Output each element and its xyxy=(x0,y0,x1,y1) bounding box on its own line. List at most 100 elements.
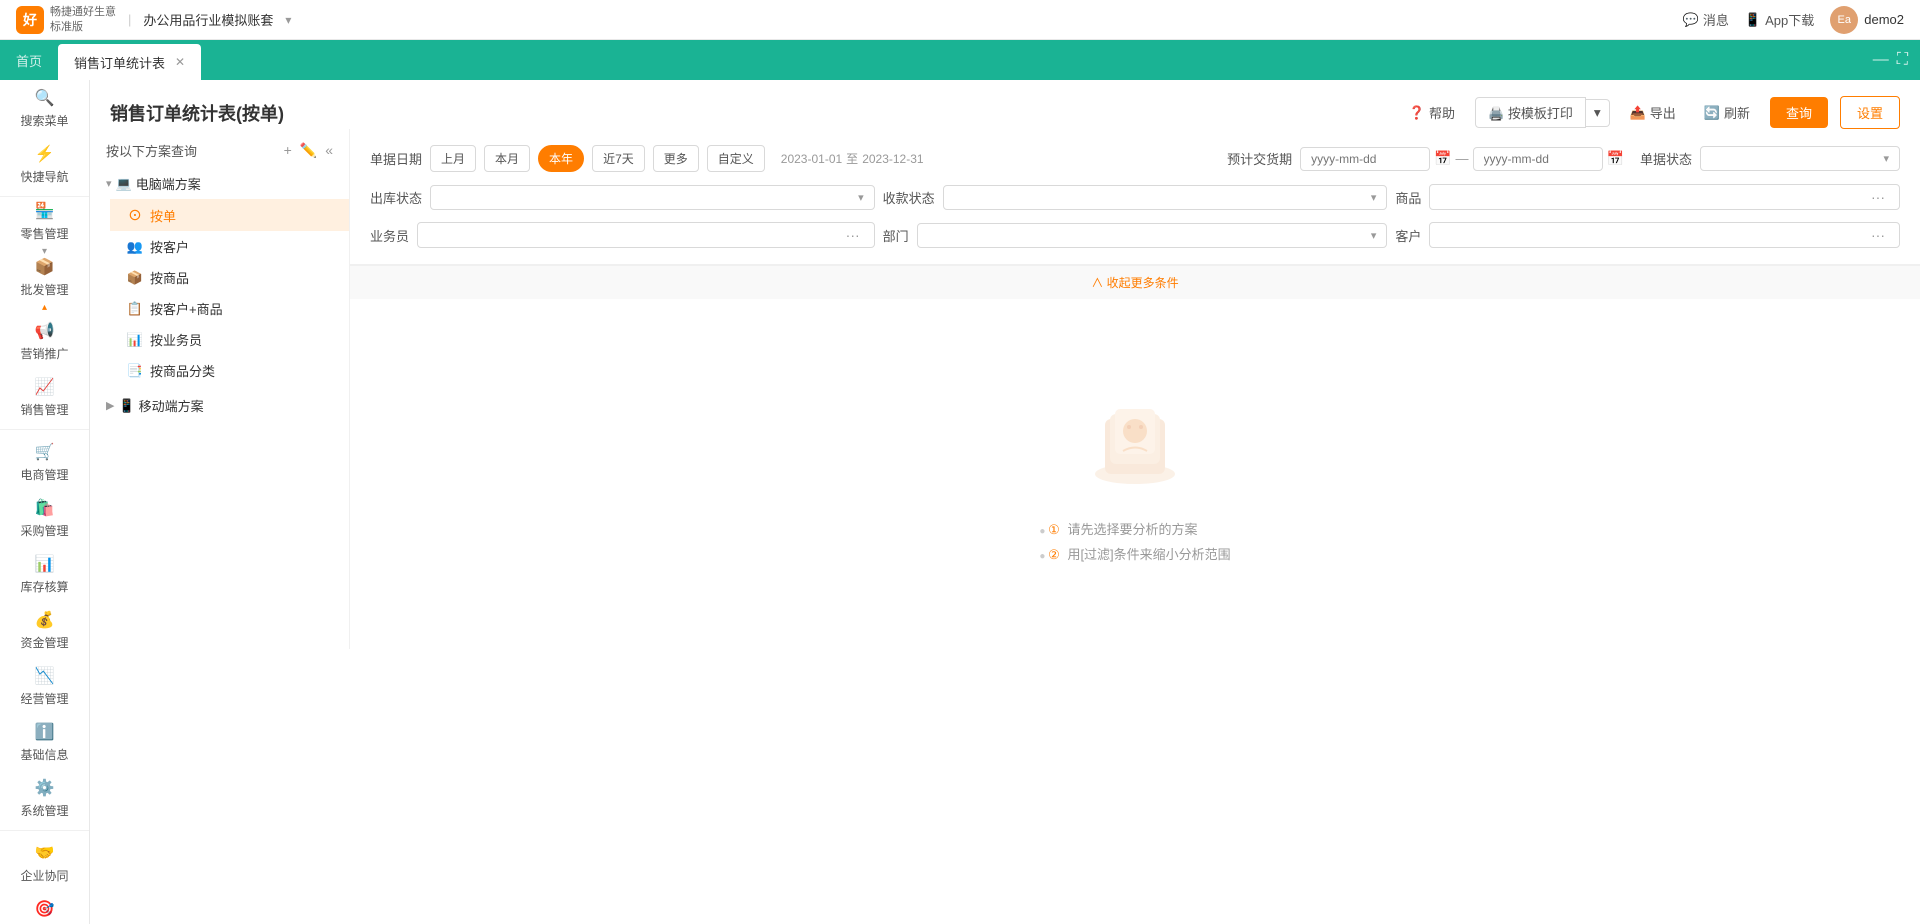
user-profile[interactable]: Ea demo2 xyxy=(1830,6,1904,34)
by-salesperson-icon: 📊 xyxy=(126,332,144,348)
date-btn-last-7days[interactable]: 近7天 xyxy=(592,145,645,172)
right-content: 单据日期 上月 本月 本年 近7天 更多 自定义 2023-01-01 至 xyxy=(350,129,1920,649)
search-icon: 🔍 xyxy=(35,88,55,108)
collection-status-select[interactable]: ▾ xyxy=(943,185,1388,210)
tab-home[interactable]: 首页 xyxy=(0,40,58,80)
doc-status-select[interactable]: ▾ xyxy=(1700,146,1900,171)
refresh-button[interactable]: 🔄 刷新 xyxy=(1696,99,1758,126)
tab-minimize-icon[interactable]: — xyxy=(1873,51,1889,69)
expected-delivery-end[interactable] xyxy=(1473,147,1603,171)
date-btn-last-month[interactable]: 上月 xyxy=(430,145,476,172)
date-btn-this-month[interactable]: 本月 xyxy=(484,145,530,172)
print-template-main[interactable]: 🖨️ 按模板打印 xyxy=(1475,97,1586,128)
help-button[interactable]: ❓ 帮助 xyxy=(1401,99,1463,126)
export-button[interactable]: 📤 导出 xyxy=(1622,99,1684,126)
goods-ellipsis-icon[interactable]: ··· xyxy=(1867,189,1889,205)
retail-icon: 🏪 xyxy=(35,201,55,221)
filter-row-3: 业务员 ··· 部门 ▾ xyxy=(370,222,1900,248)
app-download-action[interactable]: 📱 App下载 xyxy=(1745,10,1814,29)
sidebar-item-finance[interactable]: 💰 资金管理 xyxy=(0,602,89,658)
sidebar-item-search[interactable]: 🔍 搜索菜单 xyxy=(0,80,89,136)
collection-status-dropdown-icon: ▾ xyxy=(1371,191,1377,204)
expected-delivery-label: 预计交货期 xyxy=(1227,149,1292,168)
top-header: 好 畅捷通好生意 标准版 | 办公用品行业模拟账套 ▾ 💬 消息 📱 App下载… xyxy=(0,0,1920,40)
by-product-category-icon: 📑 xyxy=(126,363,144,379)
tree-item-by-product[interactable]: 📦 按商品 xyxy=(110,262,349,293)
date-btn-custom[interactable]: 自定义 xyxy=(707,145,765,172)
department-select[interactable]: ▾ xyxy=(917,223,1388,248)
customer-ellipsis-icon[interactable]: ··· xyxy=(1867,227,1889,243)
tree-mobile-arrow[interactable]: ▶ xyxy=(106,399,114,412)
add-scheme-icon[interactable]: + xyxy=(284,142,292,159)
print-template-arrow[interactable]: ▾ xyxy=(1586,99,1610,127)
newbie-icon: 🎯 xyxy=(35,899,55,919)
tab-close-icon[interactable]: ✕ xyxy=(175,55,185,69)
sidebar-item-sales-mgmt[interactable]: 📈 销售管理 xyxy=(0,369,89,425)
query-button[interactable]: 查询 xyxy=(1770,97,1828,128)
tree-item-by-customer[interactable]: 👥 按客户 xyxy=(110,231,349,262)
date-separator: — xyxy=(1456,151,1469,166)
date-btn-this-year[interactable]: 本年 xyxy=(538,145,584,172)
tab-sales-order-stat[interactable]: 销售订单统计表 ✕ xyxy=(58,44,201,80)
sidebar-item-purchase[interactable]: 🛍️ 采购管理 xyxy=(0,490,89,546)
tree-item-by-customer-product[interactable]: 📋 按客户+商品 xyxy=(110,293,349,324)
tree-item-by-salesperson[interactable]: 📊 按业务员 xyxy=(110,324,349,355)
help-icon: ❓ xyxy=(1409,105,1425,121)
sidebar-item-ecommerce[interactable]: 🛒 电商管理 xyxy=(0,434,89,490)
collapse-panel-icon[interactable]: « xyxy=(325,142,333,159)
sidebar-item-shortcut[interactable]: ⚡ 快捷导航 xyxy=(0,136,89,192)
expected-delivery-start[interactable] xyxy=(1300,147,1430,171)
sidebar-item-basic-info[interactable]: ℹ️ 基础信息 xyxy=(0,714,89,770)
empty-tips: ① 请先选择要分析的方案 ② 用[过滤]条件来缩小分析范围 xyxy=(1039,519,1230,569)
out-status-select[interactable]: ▾ xyxy=(430,185,875,210)
sidebar-item-business[interactable]: 📉 经营管理 xyxy=(0,658,89,714)
customer-input[interactable]: ··· xyxy=(1429,222,1900,248)
tree-item-by-product-category[interactable]: 📑 按商品分类 xyxy=(110,355,349,386)
filter-row-2: 出库状态 ▾ 收款状态 ▾ xyxy=(370,184,1900,210)
collapse-bar[interactable]: ∧ 收起更多条件 xyxy=(350,265,1920,299)
sidebar-item-marketing[interactable]: 📢 营销推广 xyxy=(0,313,89,369)
filter-customer: 客户 ··· xyxy=(1395,222,1900,248)
purchase-icon: 🛍️ xyxy=(35,498,55,518)
goods-input[interactable]: ··· xyxy=(1429,184,1900,210)
department-dropdown-icon: ▾ xyxy=(1371,229,1377,242)
print-template-button[interactable]: 🖨️ 按模板打印 ▾ xyxy=(1475,97,1610,128)
tree-item-by-order[interactable]: ⊙ 按单 xyxy=(110,199,349,231)
sidebar-item-wholesale[interactable]: 📦 批发管理 ▴ xyxy=(0,257,89,313)
filter-department: 部门 ▾ xyxy=(883,223,1388,248)
page-actions: ❓ 帮助 🖨️ 按模板打印 ▾ 📤 导出 🔄 刷新 xyxy=(1401,96,1900,129)
system-icon: ⚙️ xyxy=(35,778,55,798)
salesperson-ellipsis-icon[interactable]: ··· xyxy=(842,227,864,243)
basic-info-icon: ℹ️ xyxy=(35,722,55,742)
mobile-group-icon: 📱 xyxy=(118,398,134,414)
calendar-start-icon[interactable]: 📅 xyxy=(1434,150,1451,167)
collection-status-label: 收款状态 xyxy=(883,188,935,207)
expected-delivery-range: 📅 — 📅 xyxy=(1300,147,1624,171)
by-product-icon: 📦 xyxy=(126,270,144,286)
settings-button[interactable]: 设置 xyxy=(1840,96,1900,129)
sidebar-item-newbie[interactable]: 🎯 新手引导 xyxy=(0,891,89,924)
out-status-dropdown-icon: ▾ xyxy=(858,191,864,204)
edit-scheme-icon[interactable]: ✏️ xyxy=(300,142,317,159)
salesperson-input[interactable]: ··· xyxy=(417,222,875,248)
sidebar-item-retail[interactable]: 🏪 零售管理 ▾ xyxy=(0,201,89,257)
calendar-end-icon[interactable]: 📅 xyxy=(1607,150,1624,167)
filter-expected-delivery: 预计交货期 📅 — 📅 xyxy=(1227,147,1624,171)
sidebar-item-system[interactable]: ⚙️ 系统管理 xyxy=(0,770,89,826)
shortcut-icon: ⚡ xyxy=(35,144,55,164)
tab-bar: 首页 销售订单统计表 ✕ — ⛶ xyxy=(0,40,1920,80)
tab-maximize-icon[interactable]: ⛶ xyxy=(1897,51,1908,69)
header-left: 好 畅捷通好生意 标准版 | 办公用品行业模拟账套 ▾ xyxy=(16,5,291,34)
avatar: Ea xyxy=(1830,6,1858,34)
by-customer-icon: 👥 xyxy=(126,239,144,255)
filter-date-range: 2023-01-01 至 2023-12-31 xyxy=(781,150,924,167)
tree-expand-arrow[interactable]: ▾ xyxy=(106,177,112,190)
sidebar-item-inventory[interactable]: 📊 库存核算 xyxy=(0,546,89,602)
breadcrumb-arrow[interactable]: ▾ xyxy=(285,13,291,27)
sidebar-item-enterprise[interactable]: 🤝 企业协同 xyxy=(0,835,89,891)
out-status-label: 出库状态 xyxy=(370,188,422,207)
message-action[interactable]: 💬 消息 xyxy=(1683,10,1729,29)
filter-row-1: 单据日期 上月 本月 本年 近7天 更多 自定义 2023-01-01 至 xyxy=(370,145,1900,172)
date-btn-more[interactable]: 更多 xyxy=(653,145,699,172)
tree-mobile-group[interactable]: ▶ 📱 移动端方案 xyxy=(90,390,349,421)
